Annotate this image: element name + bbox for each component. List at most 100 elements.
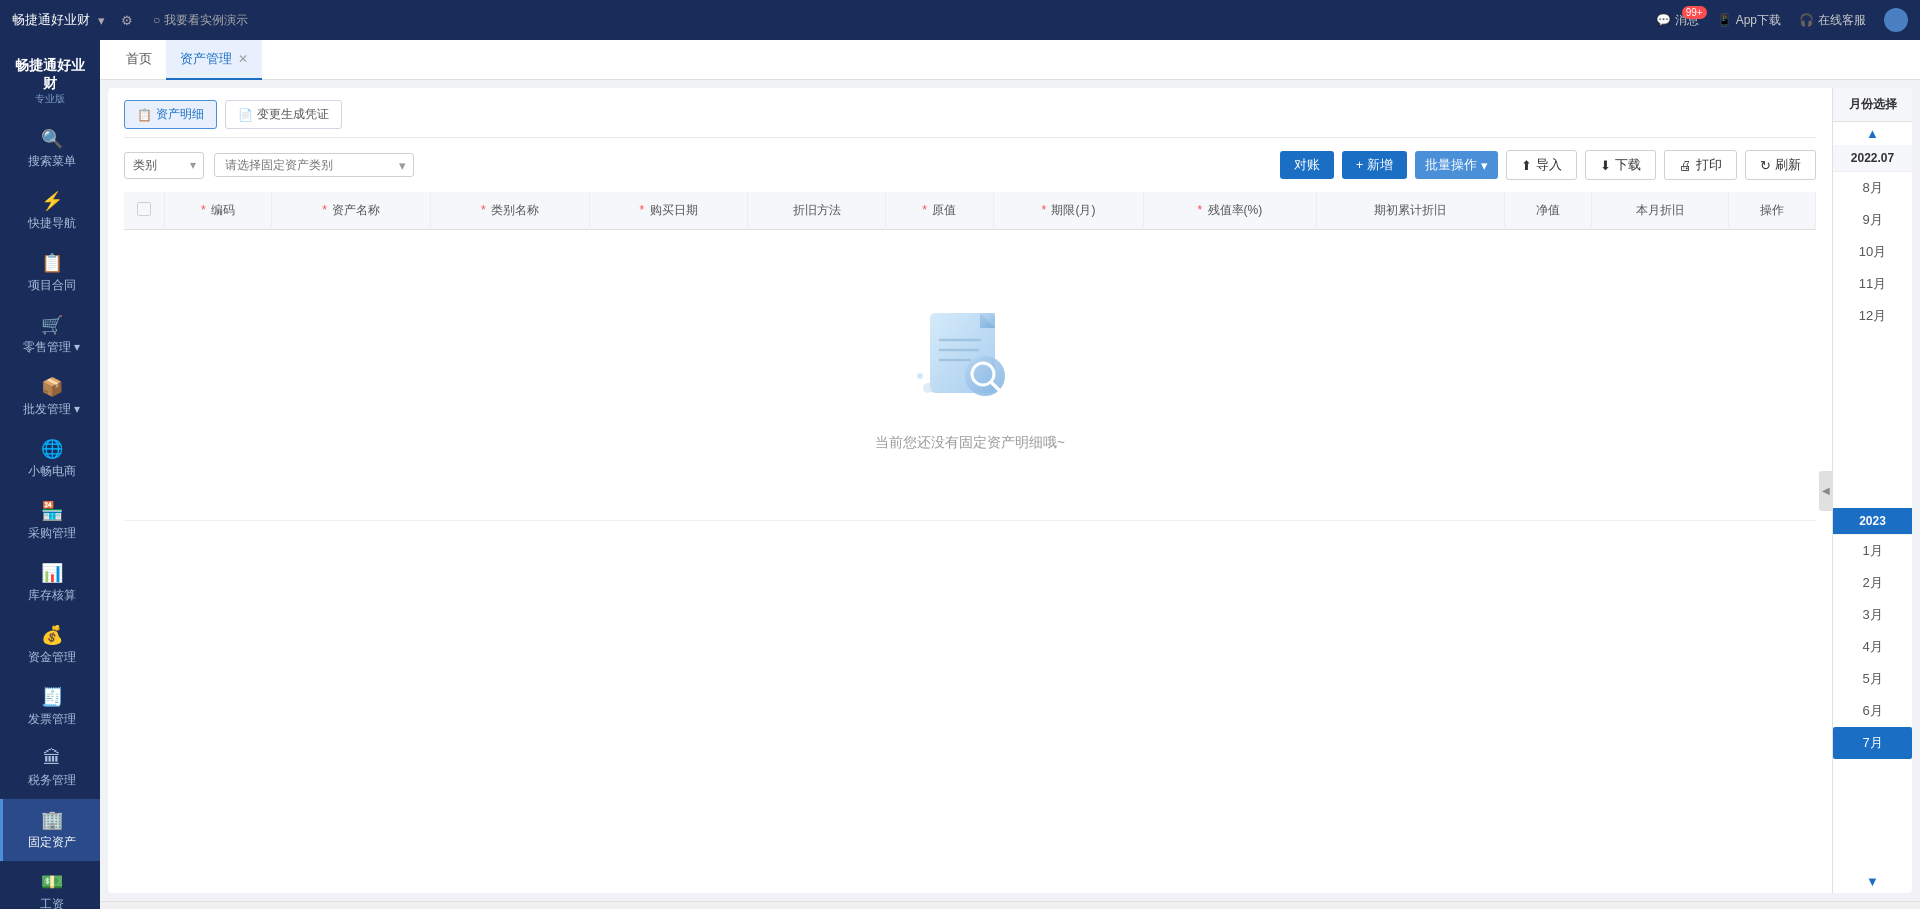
quick-nav-icon: ⚡	[41, 190, 63, 212]
toolbar: 类别 ▾ ▾ 对账 +	[124, 150, 1816, 180]
month-item-12[interactable]: 12月	[1833, 300, 1912, 332]
app-download-button[interactable]: 📱 App下载	[1717, 12, 1781, 29]
purchase-icon: 🏪	[41, 500, 63, 522]
month-item-2023-4[interactable]: 4月	[1833, 631, 1912, 663]
sidebar-item-project[interactable]: 📋 项目合同	[0, 242, 100, 304]
tab-asset-mgmt[interactable]: 资产管理 ✕	[166, 40, 262, 80]
svg-point-9	[917, 373, 923, 379]
sidebar-item-retail[interactable]: 🛒 零售管理 ▾	[0, 304, 100, 366]
month-panel-header: 月份选择	[1833, 88, 1912, 122]
month-nav-up[interactable]: ▲	[1833, 122, 1912, 145]
company-dropdown-arrow[interactable]: ▾	[98, 13, 105, 28]
tab-bar: 首页 资产管理 ✕	[100, 40, 1920, 80]
month-item-2023-2[interactable]: 2月	[1833, 567, 1912, 599]
company-name: 畅捷通好业财	[12, 11, 90, 29]
sidebar-item-inventory[interactable]: 📊 库存核算	[0, 552, 100, 614]
month-item-2023-7[interactable]: 7月	[1833, 727, 1912, 759]
project-icon: 📋	[41, 252, 63, 274]
fixed-assets-icon: 🏢	[41, 809, 63, 831]
select-all-checkbox[interactable]	[137, 202, 151, 216]
inventory-icon: 📊	[41, 562, 63, 584]
sidebar: 畅捷通好业财 专业版 🔍 搜索菜单 ⚡ 快捷导航 📋 项目合同 🛒 零售管理 ▾…	[0, 40, 100, 909]
month-item-2023-3[interactable]: 3月	[1833, 599, 1912, 631]
sidebar-item-search[interactable]: 🔍 搜索菜单	[0, 118, 100, 180]
month-item-8[interactable]: 8月	[1833, 172, 1912, 204]
tax-icon: 🏛	[43, 748, 61, 769]
phone-icon: 📱	[1717, 13, 1732, 27]
month-item-2023-6[interactable]: 6月	[1833, 695, 1912, 727]
subtab-asset-detail[interactable]: 📋 资产明细	[124, 100, 217, 129]
month-list-2022: 8月 9月 10月 11月 12月	[1833, 172, 1912, 508]
retail-icon: 🛒	[41, 314, 63, 336]
refresh-icon: ↻	[1760, 158, 1771, 173]
top-actions: 💬 消息 99+ 📱 App下载 🎧 在线客服	[1656, 8, 1908, 32]
download-icon: ⬇	[1600, 158, 1611, 173]
col-period: * 期限(月)	[993, 192, 1143, 230]
message-badge: 99+	[1682, 6, 1707, 19]
empty-state: 当前您还没有固定资产明细哦~	[132, 238, 1808, 512]
empty-illustration	[910, 298, 1030, 418]
col-purchase-date: * 购买日期	[589, 192, 748, 230]
settings-icon[interactable]: ⚙	[121, 13, 133, 28]
batch-button[interactable]: 批量操作 ▾	[1415, 151, 1498, 179]
message-button[interactable]: 💬 消息 99+	[1656, 12, 1699, 29]
customer-service-button[interactable]: 🎧 在线客服	[1799, 12, 1866, 29]
month-item-10[interactable]: 10月	[1833, 236, 1912, 268]
month-item-9[interactable]: 9月	[1833, 204, 1912, 236]
month-item-2023-1[interactable]: 1月	[1833, 535, 1912, 567]
sidebar-item-fixed-assets[interactable]: 🏢 固定资产	[0, 799, 100, 861]
svg-rect-1	[980, 313, 995, 328]
toolbar-left: 类别 ▾ ▾	[124, 152, 1270, 179]
finance-icon: 💰	[41, 624, 63, 646]
col-accumulated-depreciation: 期初累计折旧	[1316, 192, 1504, 230]
sidebar-item-purchase[interactable]: 🏪 采购管理	[0, 490, 100, 552]
sidebar-item-tax[interactable]: 🏛 税务管理	[0, 738, 100, 799]
user-menu[interactable]	[1884, 8, 1908, 32]
category-select[interactable]: 类别 ▾	[124, 152, 204, 179]
app-name: 畅捷通好业财	[10, 56, 90, 92]
month-panel-toggle[interactable]: ◀	[1819, 471, 1833, 511]
reconcile-button[interactable]: 对账	[1280, 151, 1334, 179]
ecommerce-icon: 🌐	[41, 438, 63, 460]
content-area: 首页 资产管理 ✕ 📋 资产明细 📄 变更生成凭证	[100, 40, 1920, 909]
sidebar-item-quick-nav[interactable]: ⚡ 快捷导航	[0, 180, 100, 242]
col-monthly-depreciation: 本月折旧	[1591, 192, 1728, 230]
month-item-2023-5[interactable]: 5月	[1833, 663, 1912, 695]
col-net-value: 净值	[1505, 192, 1592, 230]
col-code: * 编码	[164, 192, 272, 230]
subtab-change-voucher[interactable]: 📄 变更生成凭证	[225, 100, 342, 129]
demo-link[interactable]: ○ 我要看实例演示	[153, 12, 248, 29]
page-content: 📋 资产明细 📄 变更生成凭证 类别 ▾	[108, 88, 1912, 893]
sidebar-item-salary[interactable]: 💵 工资	[0, 861, 100, 909]
print-button[interactable]: 🖨 打印	[1664, 150, 1737, 180]
sidebar-item-ecommerce[interactable]: 🌐 小畅电商	[0, 428, 100, 490]
download-button[interactable]: ⬇ 下载	[1585, 150, 1656, 180]
sub-tabs: 📋 资产明细 📄 变更生成凭证	[124, 100, 1816, 138]
sidebar-item-wholesale[interactable]: 📦 批发管理 ▾	[0, 366, 100, 428]
change-voucher-icon: 📄	[238, 108, 253, 122]
toolbar-right: 对账 + 新增 批量操作 ▾ ⬆ 导入	[1280, 150, 1816, 180]
category-input[interactable]	[214, 153, 414, 177]
invoice-icon: 🧾	[41, 686, 63, 708]
month-list-2023: 1月 2月 3月 4月 5月 6月 7月	[1833, 535, 1912, 871]
print-icon: 🖨	[1679, 158, 1692, 173]
col-checkbox	[124, 192, 164, 230]
month-item-11[interactable]: 11月	[1833, 268, 1912, 300]
month-nav-down[interactable]: ▼	[1833, 870, 1912, 893]
refresh-button[interactable]: ↻ 刷新	[1745, 150, 1816, 180]
bottom-scrollbar[interactable]	[100, 901, 1920, 909]
sidebar-item-finance[interactable]: 💰 资金管理	[0, 614, 100, 676]
import-button[interactable]: ⬆ 导入	[1506, 150, 1577, 180]
sidebar-header: 畅捷通好业财 专业版	[0, 48, 100, 118]
sidebar-item-invoice[interactable]: 🧾 发票管理	[0, 676, 100, 738]
message-icon: 💬	[1656, 13, 1671, 27]
empty-text: 当前您还没有固定资产明细哦~	[875, 434, 1065, 452]
main-layout: 畅捷通好业财 专业版 🔍 搜索菜单 ⚡ 快捷导航 📋 项目合同 🛒 零售管理 ▾…	[0, 40, 1920, 909]
tab-close-asset-mgmt[interactable]: ✕	[238, 52, 248, 66]
year-2022-label: 2022.07	[1833, 145, 1912, 172]
tab-home[interactable]: 首页	[112, 40, 166, 80]
table-container: * 编码 * 资产名称 * 类别名称	[124, 192, 1816, 881]
asset-table: * 编码 * 资产名称 * 类别名称	[124, 192, 1816, 521]
add-button[interactable]: + 新增	[1342, 151, 1407, 179]
col-depreciation-method: 折旧方法	[748, 192, 885, 230]
